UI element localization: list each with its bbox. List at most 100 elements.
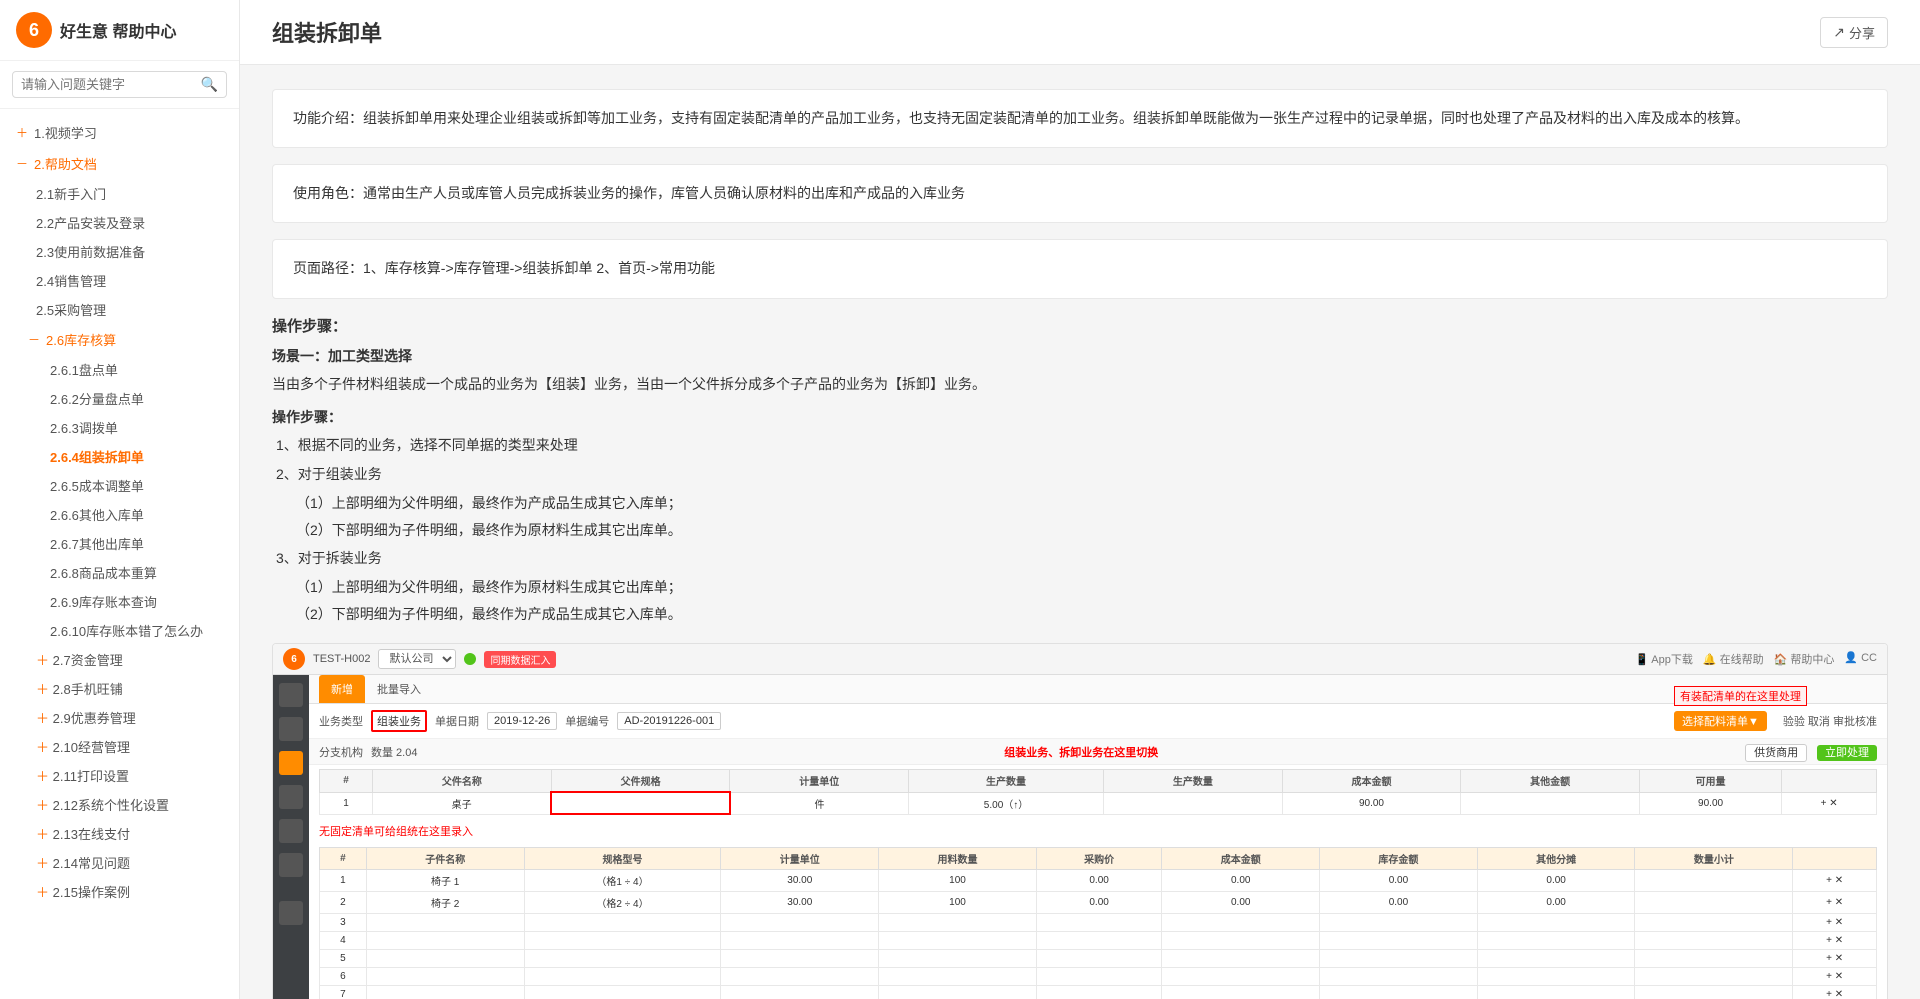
- share-icon: ↗: [1833, 24, 1845, 41]
- sidebar-item-2-11[interactable]: ＋ 2.11打印设置: [0, 761, 239, 790]
- mock-label-num: 单据编号: [565, 713, 609, 729]
- share-button[interactable]: ↗ 分享: [1820, 17, 1888, 48]
- sidebar-item-label: 2.帮助文档: [34, 154, 97, 173]
- mock-th-unit: 计量单位: [730, 770, 909, 793]
- sidebar-item-2-5[interactable]: 2.5采购管理: [0, 295, 239, 324]
- mock-sidebar-icon6: [279, 853, 303, 877]
- step3-2: （2）下部明细为子件明细，最终作为产成品生成其它入库单。: [272, 602, 1888, 627]
- sidebar-item-2-2[interactable]: 2.2产品安装及登录: [0, 208, 239, 237]
- role-block: 使用角色：通常由生产人员或库管人员完成拆装业务的操作，库管人员确认原材料的出库和…: [272, 164, 1888, 223]
- mock-th-cost: 成本金额: [1282, 770, 1461, 793]
- expand-icon-2-9: ＋: [36, 711, 49, 726]
- sidebar-item-2-6[interactable]: － 2.6库存核算: [0, 324, 239, 355]
- mock-sidebar-icon7: [279, 901, 303, 925]
- mock-sidebar-divider: [279, 887, 303, 891]
- mock-branch-right: 供货商用 启用处理 立即处理: [1745, 743, 1877, 760]
- expand-icon-2-11: ＋: [36, 769, 49, 784]
- step3-1: （1）上部明细为父件明细，最终作为原材料生成其它出库单；: [272, 575, 1888, 600]
- mock-main-area: 新增 批量导入 业务类型 组装业务 单据日期 2019-12-26 单据编号 A…: [309, 675, 1887, 999]
- annotation-4: 无固定清单可给组统在这里录入: [319, 823, 1877, 839]
- mock-action-links: 验验 取消 审批核准: [1783, 713, 1877, 729]
- mock-confirm-btn[interactable]: 立即处理: [1817, 745, 1877, 761]
- path-block: 页面路径：1、库存核算->库存管理->组装拆卸单 2、首页->常用功能: [272, 239, 1888, 298]
- expand-icon-2-12: ＋: [36, 798, 49, 813]
- mock-branch-label: 分支机构: [319, 744, 363, 760]
- mock-tab-bar: 新增 批量导入: [309, 675, 1887, 704]
- expand-icon-2-15: ＋: [36, 885, 49, 900]
- sidebar-item-video[interactable]: ＋ 1.视频学习: [0, 117, 239, 148]
- mock-logo: 6: [283, 648, 305, 670]
- mock-label-date: 单据日期: [435, 713, 479, 729]
- sidebar-item-2-6-9[interactable]: 2.6.9库存账本查询: [0, 587, 239, 616]
- mock-th-other: 其他金额: [1461, 770, 1640, 793]
- sidebar-item-2-6-3[interactable]: 2.6.3调拨单: [0, 413, 239, 442]
- sidebar-item-2-12[interactable]: ＋ 2.12系统个性化设置: [0, 790, 239, 819]
- step3: 3、对于拆装业务: [272, 546, 1888, 571]
- mock-sidebar-icon2: [279, 717, 303, 741]
- nav-tree: ＋ 1.视频学习 － 2.帮助文档 2.1新手入门 2.2产品安装及登录 2.3…: [0, 109, 239, 999]
- sidebar-item-2-6-6[interactable]: 2.6.6其他入库单: [0, 500, 239, 529]
- expand-icon-2-8: ＋: [36, 682, 49, 697]
- mock-th-action: [1782, 770, 1877, 793]
- sidebar-item-2-6-5[interactable]: 2.6.5成本调整单: [0, 471, 239, 500]
- annotation-2: 组装业务、拆卸业务在这里切换: [425, 744, 1737, 760]
- sidebar-item-2-6-1[interactable]: 2.6.1盘点单: [0, 355, 239, 384]
- mock-th-num: #: [320, 770, 373, 793]
- mock-label-type: 业务类型: [319, 713, 363, 729]
- mock-date-input[interactable]: 2019-12-26: [487, 712, 557, 730]
- sidebar-item-2-10[interactable]: ＋ 2.10经营管理: [0, 732, 239, 761]
- scenario-title: 场景一：加工类型选择: [272, 346, 1888, 366]
- share-label: 分享: [1849, 23, 1875, 42]
- sidebar-item-2-7[interactable]: ＋ 2.7资金管理: [0, 645, 239, 674]
- mock-topbar-id: TEST-H002: [313, 653, 370, 665]
- sidebar-item-2-15[interactable]: ＋ 2.15操作案例: [0, 877, 239, 906]
- annotation-1: 有装配清单的在这里处理: [1674, 686, 1807, 706]
- mock-screen: 6 TEST-H002 默认公司 同期数据汇入 📱 App下载 🔔 在线帮助 🏠…: [273, 644, 1887, 999]
- sidebar-item-2-6-2[interactable]: 2.6.2分量盘点单: [0, 384, 239, 413]
- expand-icon-2-10: ＋: [36, 740, 49, 755]
- sidebar-item-docs[interactable]: － 2.帮助文档: [0, 148, 239, 179]
- sidebar-item-2-6-7[interactable]: 2.6.7其他出库单: [0, 529, 239, 558]
- sidebar-item-2-14[interactable]: ＋ 2.14常见问题: [0, 848, 239, 877]
- mock-parent-table-area: # 父件名称 父件规格 计量单位 生产数量 生产数量 成本金额 其他金额 可用量: [319, 769, 1877, 815]
- search-icon[interactable]: 🔍: [201, 76, 218, 93]
- main-content: 组装拆卸单 ↗ 分享 功能介绍：组装拆卸单用来处理企业组装或拆卸等加工业务，支持…: [240, 0, 1920, 999]
- sidebar-item-2-13[interactable]: ＋ 2.13在线支付: [0, 819, 239, 848]
- mock-num-input[interactable]: AD-20191226-001: [617, 712, 721, 730]
- mock-company-select[interactable]: 默认公司: [378, 649, 456, 669]
- mock-select-template-btn[interactable]: 选择配料清单▼: [1674, 711, 1767, 731]
- sidebar-item-2-3[interactable]: 2.3使用前数据准备: [0, 237, 239, 266]
- mock-sub-table: # 子件名称 规格型号 计量单位 用料数量 采购价 成本金额 库存金额 其他分摊: [319, 847, 1877, 999]
- sidebar-item-2-6-4[interactable]: 2.6.4组装拆卸单: [0, 442, 239, 471]
- screenshot-container: 6 TEST-H002 默认公司 同期数据汇入 📱 App下载 🔔 在线帮助 🏠…: [272, 643, 1888, 999]
- sidebar-item-2-9[interactable]: ＋ 2.9优惠券管理: [0, 703, 239, 732]
- role-text: 使用角色：通常由生产人员或库管人员完成拆装业务的操作，库管人员确认原材料的出库和…: [293, 185, 965, 201]
- status-dot: [464, 653, 476, 665]
- mock-cell-spec-highlight: [551, 792, 730, 814]
- search-area: 🔍: [0, 61, 239, 109]
- sidebar-item-2-1[interactable]: 2.1新手入门: [0, 179, 239, 208]
- logo-icon: 6: [16, 12, 52, 48]
- step1: 1、根据不同的业务，选择不同单据的类型来处理: [272, 433, 1888, 458]
- mock-topbar: 6 TEST-H002 默认公司 同期数据汇入 📱 App下载 🔔 在线帮助 🏠…: [273, 644, 1887, 675]
- sidebar-item-2-6-8[interactable]: 2.6.8商品成本重算: [0, 558, 239, 587]
- mock-th-qty1: 生产数量: [909, 770, 1104, 793]
- sidebar-item-2-4[interactable]: 2.4销售管理: [0, 266, 239, 295]
- mock-body: 新增 批量导入 业务类型 组装业务 单据日期 2019-12-26 单据编号 A…: [273, 675, 1887, 999]
- sidebar-item-2-6-10[interactable]: 2.6.10库存账本错了怎么办: [0, 616, 239, 645]
- sidebar: 6 好生意 帮助中心 🔍 ＋ 1.视频学习 － 2.帮助文档 2.1新手入门 2…: [0, 0, 240, 999]
- sidebar-item-label: 1.视频学习: [34, 123, 97, 142]
- sidebar-header: 6 好生意 帮助中心: [0, 0, 239, 61]
- mock-type-input[interactable]: 组装业务: [371, 710, 427, 732]
- mock-sub-row-4: 4: [320, 932, 1877, 950]
- mock-tab-import[interactable]: 批量导入: [365, 675, 433, 703]
- expand-icon: ＋: [16, 124, 28, 141]
- mock-tab-new[interactable]: 新增: [319, 675, 365, 703]
- mock-enable-input[interactable]: 供货商用: [1745, 744, 1807, 762]
- mock-branch-row: 分支机构 数量 2.04 组装业务、拆卸业务在这里切换 供货商用 启用处理 立即…: [309, 739, 1887, 765]
- sidebar-item-2-8[interactable]: ＋ 2.8手机旺铺: [0, 674, 239, 703]
- search-input[interactable]: [21, 77, 201, 92]
- logo-label: 好生意 帮助中心: [60, 18, 176, 42]
- mock-sub-row-1: 1 椅子 1 （格1 ÷ 4） 30.00 100 0.00 0.00 0.00: [320, 870, 1877, 892]
- mock-sidebar-icon4: [279, 785, 303, 809]
